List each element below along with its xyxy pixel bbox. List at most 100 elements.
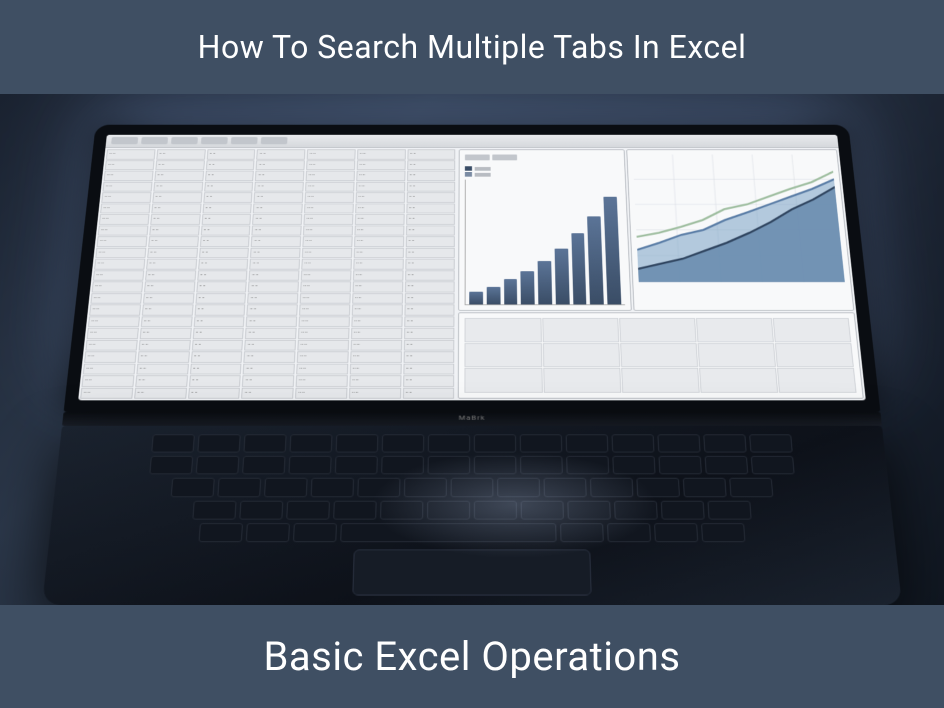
grid-cell: ·· ··	[152, 192, 202, 202]
keyboard-key	[242, 456, 285, 475]
grid-cell: ·· ··	[297, 351, 349, 362]
grid-cell: ·· ··	[302, 236, 352, 246]
grid-cell: ·· ··	[350, 363, 402, 374]
keyboard-key	[451, 478, 494, 497]
grid-cell: ·· ··	[137, 351, 189, 362]
keyboard-key	[707, 500, 751, 519]
grid-cell: ·· ··	[193, 316, 245, 327]
grid-cell: ·· ··	[295, 387, 347, 398]
page-title: How To Search Multiple Tabs In Excel	[198, 28, 747, 66]
grid-cell: ·· ··	[95, 247, 146, 257]
grid-cell: ·· ··	[204, 181, 254, 191]
grid-cell: ·· ··	[405, 281, 455, 292]
keyboard-key	[567, 500, 611, 519]
keyboard-key	[701, 523, 745, 542]
grid-cell: ·· ··	[83, 363, 136, 374]
keyboard-key	[149, 456, 193, 475]
grid-cell: ·· ··	[405, 259, 455, 270]
grid-cell: ·· ··	[301, 270, 352, 281]
grid-cell: ·· ··	[404, 293, 455, 304]
grid-cell: ·· ··	[407, 171, 456, 181]
grid-cell: ·· ··	[94, 259, 145, 270]
grid-cell: ·· ··	[136, 363, 188, 374]
grid-cell: ·· ··	[203, 192, 253, 202]
grid-cell: ·· ··	[155, 160, 204, 170]
grid-cell: ·· ··	[403, 387, 455, 398]
grid-cell: ·· ··	[405, 270, 455, 281]
keyboard-key	[474, 500, 517, 519]
grid-cell: ·· ··	[247, 293, 298, 304]
grid-cell: ·· ··	[254, 181, 303, 191]
grid-cell: ·· ··	[196, 281, 247, 292]
grid-cell: ·· ··	[242, 375, 294, 386]
grid-cell: ·· ··	[189, 375, 241, 386]
area-chart-svg	[632, 155, 844, 283]
grid-cell: ·· ··	[407, 149, 455, 159]
grid-cell: ·· ··	[150, 214, 200, 224]
keyboard-key	[474, 434, 516, 452]
grid-cell: ·· ··	[406, 225, 456, 235]
grid-cell: ·· ··	[205, 171, 254, 181]
grid-cell: ·· ··	[199, 247, 249, 257]
grid-cell: ·· ··	[350, 351, 402, 362]
grid-cell: ·· ··	[296, 363, 348, 374]
grid-cell: ·· ··	[135, 375, 188, 386]
grid-cell: ·· ··	[355, 214, 405, 224]
grid-cell: ·· ··	[355, 192, 404, 202]
grid-cell: ·· ··	[244, 351, 296, 362]
grid-cell: ·· ··	[357, 149, 406, 159]
grid-cell: ·· ··	[200, 225, 250, 235]
grid-cell: ·· ··	[306, 171, 355, 181]
bar-chart-bars	[465, 180, 625, 306]
keyboard-key	[264, 478, 308, 497]
grid-cell: ·· ··	[349, 375, 401, 386]
keyboard-key	[612, 434, 655, 452]
keyboard-key	[197, 434, 240, 452]
grid-cell: ·· ··	[206, 160, 255, 170]
keyboard-key	[246, 523, 290, 542]
keyboard-key	[286, 500, 330, 519]
grid-cell: ·· ··	[303, 225, 353, 235]
hero-illustration: ·· ···· ···· ···· ···· ···· ···· ···· ··…	[0, 94, 944, 605]
grid-cell: ·· ··	[354, 236, 404, 246]
grid-cell: ·· ··	[406, 192, 455, 202]
keyboard-key	[636, 478, 680, 497]
grid-cell: ·· ··	[353, 270, 403, 281]
grid-cell: ·· ··	[247, 304, 298, 315]
grid-cell: ·· ··	[156, 149, 205, 159]
grid-cell: ·· ··	[80, 387, 133, 398]
grid-cell: ·· ··	[252, 214, 302, 224]
grid-cell: ·· ··	[350, 339, 401, 350]
grid-cell: ·· ··	[407, 160, 456, 170]
keyboard-key	[705, 456, 749, 475]
laptop-keyboard	[42, 426, 902, 605]
keyboard-key	[657, 434, 700, 452]
grid-cell: ·· ··	[305, 181, 354, 191]
keyboard-key	[151, 434, 195, 452]
keyboard-key	[749, 434, 793, 452]
laptop-screen: ·· ···· ···· ···· ···· ···· ···· ···· ··…	[78, 135, 866, 401]
grid-cell: ·· ··	[253, 203, 303, 213]
bar-chart	[458, 149, 631, 311]
grid-cell: ·· ··	[356, 171, 405, 181]
grid-cell: ·· ··	[82, 375, 135, 386]
grid-cell: ·· ··	[352, 293, 403, 304]
grid-cell: ·· ··	[297, 339, 349, 350]
grid-cell: ·· ··	[406, 214, 455, 224]
grid-cell: ·· ··	[92, 281, 143, 292]
keyboard-key	[751, 456, 795, 475]
grid-cell: ·· ··	[84, 351, 136, 362]
grid-cell: ·· ··	[144, 281, 195, 292]
chart-title	[465, 155, 618, 164]
keyboard-key	[239, 500, 283, 519]
keyboard-key	[661, 500, 705, 519]
grid-cell: ·· ··	[403, 363, 455, 374]
grid-cell: ·· ··	[147, 247, 198, 257]
grid-cell: ·· ··	[352, 281, 403, 292]
grid-cell: ·· ··	[141, 316, 193, 327]
grid-cell: ·· ··	[257, 149, 306, 159]
grid-cell: ·· ··	[191, 339, 243, 350]
grid-cell: ·· ··	[256, 160, 305, 170]
keyboard-key	[703, 434, 746, 452]
keyboard-key	[333, 500, 377, 519]
